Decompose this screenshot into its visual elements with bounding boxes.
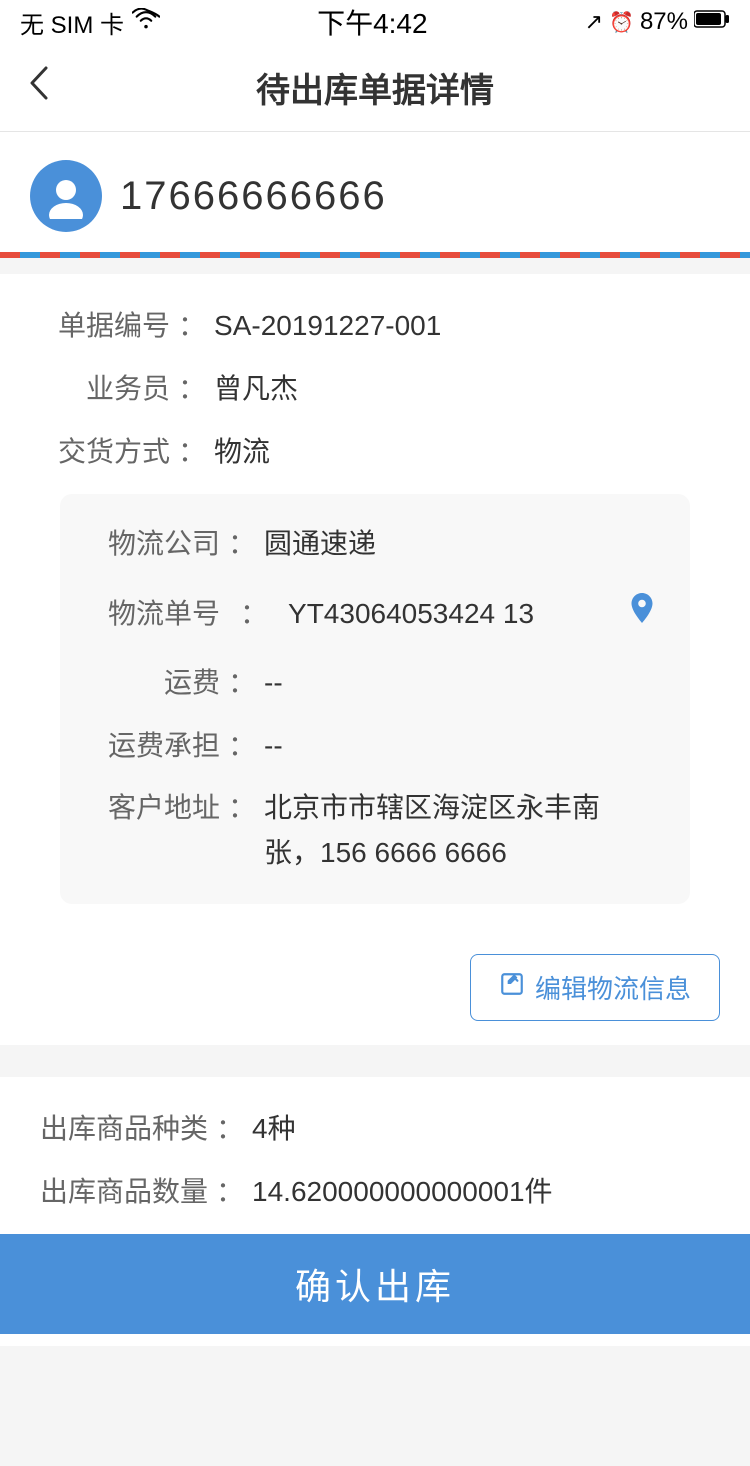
freight-value: -- [264, 661, 660, 706]
map-location-icon[interactable] [624, 585, 660, 643]
battery-icon [694, 8, 730, 36]
logistics-tracking-label: 物流单号 [90, 592, 220, 637]
edit-logistics-label: 编辑物流信息 [535, 969, 691, 1006]
logistics-company-value: 圆通速递 [264, 522, 660, 567]
confirm-button[interactable]: 确认出库 [0, 1234, 750, 1334]
freight-bearer-value: -- [264, 724, 660, 769]
carrier-label: 无 SIM 卡 [20, 5, 124, 40]
edit-logistics-container: 编辑物流信息 [0, 934, 750, 1045]
customer-header: 17666666666 [0, 132, 750, 252]
status-time: 下午4:42 [317, 2, 428, 42]
status-right: ↗ ⏰ 87% [585, 8, 730, 36]
delivery-method-value: 物流 [214, 430, 710, 475]
goods-type-row: 出库商品种类 ： 4种 [40, 1107, 710, 1152]
goods-section: 出库商品种类 ： 4种 出库商品数量 ： 14.620000000000001件 [0, 1077, 750, 1235]
logistics-tracking-row: 物流单号 ： YT43064053424 13 [90, 585, 660, 643]
goods-type-label: 出库商品种类 [40, 1107, 208, 1152]
delivery-method-row: 交货方式 ： 物流 [40, 430, 710, 475]
wifi-icon [132, 8, 160, 36]
customer-phone: 17666666666 [120, 174, 387, 219]
sales-rep-row: 业务员 ： 曾凡杰 [40, 367, 710, 412]
address-label: 客户地址 [90, 786, 220, 831]
logistics-company-label: 物流公司 [90, 522, 220, 567]
freight-bearer-row: 运费承担 ： -- [90, 724, 660, 769]
location-icon: ↗ [585, 9, 603, 35]
back-button[interactable] [28, 64, 50, 111]
edit-logistics-button[interactable]: 编辑物流信息 [470, 954, 720, 1021]
nav-bar: 待出库单据详情 [0, 44, 750, 132]
sales-rep-label: 业务员 [40, 367, 170, 412]
doc-number-value: SA-20191227-001 [214, 304, 710, 349]
page-title: 待出库单据详情 [256, 63, 494, 112]
sales-rep-value: 曾凡杰 [214, 367, 710, 412]
confirm-label: 确认出库 [295, 1258, 455, 1310]
delivery-method-label: 交货方式 [40, 430, 170, 475]
edit-icon [499, 971, 525, 1004]
avatar [30, 160, 102, 232]
freight-row: 运费 ： -- [90, 661, 660, 706]
logistics-card: 物流公司 ： 圆通速递 物流单号 ： YT43064053424 13 运费 ：… [60, 494, 690, 904]
order-info-section: 单据编号 ： SA-20191227-001 业务员 ： 曾凡杰 交货方式 ： … [0, 274, 750, 934]
doc-number-row: 单据编号 ： SA-20191227-001 [40, 304, 710, 349]
battery-label: 87% [640, 8, 688, 36]
freight-label: 运费 [90, 661, 220, 706]
status-left: 无 SIM 卡 [20, 5, 160, 40]
goods-type-value: 4种 [252, 1107, 710, 1152]
section-separator [0, 1045, 750, 1061]
alarm-icon: ⏰ [609, 10, 634, 35]
goods-quantity-row: 出库商品数量 ： 14.620000000000001件 [40, 1170, 710, 1215]
bottom-space [0, 1346, 750, 1466]
goods-quantity-value: 14.620000000000001件 [252, 1170, 710, 1215]
address-value: 北京市市辖区海淀区永丰南 张，156 6666 6666 [264, 786, 660, 876]
logistics-tracking-value: YT43064053424 13 [288, 592, 612, 637]
freight-bearer-label: 运费承担 [90, 724, 220, 769]
logistics-company-row: 物流公司 ： 圆通速递 [90, 522, 660, 567]
status-bar: 无 SIM 卡 下午4:42 ↗ ⏰ 87% [0, 0, 750, 44]
address-row: 客户地址 ： 北京市市辖区海淀区永丰南 张，156 6666 6666 [90, 786, 660, 876]
doc-number-label: 单据编号 [40, 304, 170, 349]
dashed-divider [0, 252, 750, 258]
goods-quantity-label: 出库商品数量 [40, 1170, 208, 1215]
